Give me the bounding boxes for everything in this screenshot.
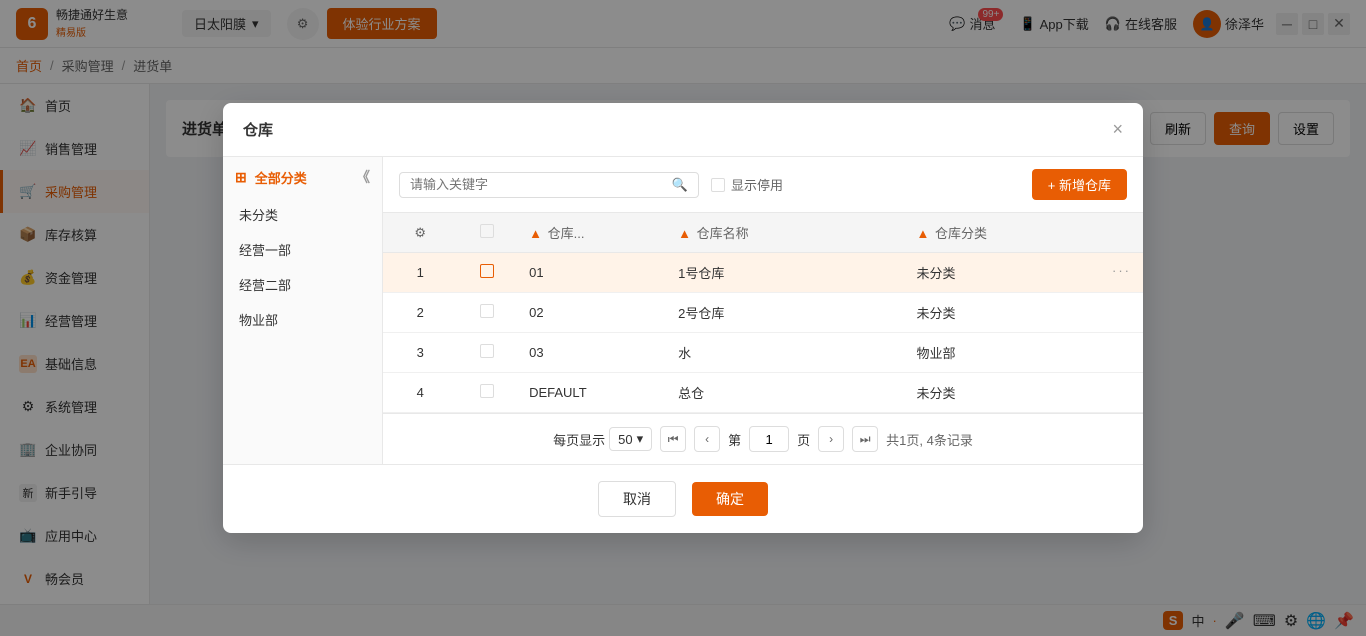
td-category: 物业部	[905, 333, 1143, 373]
pagination-bar: 每页显示 50 ▾ ⏮ ‹ 第 页 › ⏭ 共1页, 4条记录	[383, 413, 1143, 464]
td-index: 4	[383, 373, 458, 413]
select-all-checkbox[interactable]	[480, 224, 494, 238]
confirm-button[interactable]: 确定	[692, 482, 768, 516]
category-sidebar: ⊞ 全部分类 《 未分类 经营一部 经营二部 物业部	[223, 157, 383, 464]
td-code: 03	[517, 333, 666, 373]
page-label: 第	[728, 430, 741, 449]
search-icon[interactable]: 🔍	[672, 177, 688, 193]
dialog-footer: 取消 确定	[223, 464, 1143, 533]
warehouse-dialog: 仓库 × ⊞ 全部分类 《 未分类 经营一部 经营二部 物业部	[223, 103, 1143, 533]
row-checkbox[interactable]	[480, 304, 494, 318]
page-input[interactable]	[749, 426, 789, 452]
add-warehouse-button[interactable]: + 新增仓库	[1032, 169, 1127, 200]
sort-icon-name: ▲	[678, 226, 691, 241]
td-index: 1	[383, 253, 458, 293]
search-input[interactable]	[410, 177, 672, 192]
category-item-ops2[interactable]: 经营二部	[223, 267, 382, 302]
warehouse-table: ⚙ ▲ 仓库... ▲	[383, 213, 1143, 413]
warehouse-table-body: 1 01 1号仓库 未分类 ··· 2 02 2号仓库 未分类 3 03 水 物…	[383, 253, 1143, 413]
table-row[interactable]: 4 DEFAULT 总仓 未分类	[383, 373, 1143, 413]
per-page-select[interactable]: 50 ▾	[609, 427, 652, 451]
modal-overlay: 仓库 × ⊞ 全部分类 《 未分类 经营一部 经营二部 物业部	[0, 0, 1366, 636]
row-checkbox[interactable]	[480, 264, 494, 278]
show-disabled-checkbox[interactable]	[711, 178, 725, 192]
dialog-main: 🔍 显示停用 + 新增仓库 ⚙	[383, 157, 1143, 464]
dialog-close-button[interactable]: ×	[1112, 119, 1123, 140]
collapse-button[interactable]: 《	[356, 167, 370, 187]
show-disabled-label: 显示停用	[731, 175, 783, 194]
td-category: 未分类	[905, 293, 1143, 333]
category-header[interactable]: ⊞ 全部分类 《	[223, 157, 382, 197]
td-category: 未分类 ···	[905, 253, 1143, 293]
category-item-uncategorized[interactable]: 未分类	[223, 197, 382, 232]
th-code: ▲ 仓库...	[517, 213, 666, 253]
dialog-title: 仓库	[243, 119, 273, 140]
td-checkbox[interactable]	[458, 333, 518, 373]
td-name: 2号仓库	[666, 293, 904, 333]
th-settings: ⚙	[383, 213, 458, 253]
dialog-body: ⊞ 全部分类 《 未分类 经营一部 经营二部 物业部 🔍	[223, 157, 1143, 464]
page-total-info: 共1页, 4条记录	[886, 430, 973, 449]
grid-icon: ⊞	[235, 169, 247, 186]
td-code: 01	[517, 253, 666, 293]
first-page-button[interactable]: ⏮	[660, 426, 686, 452]
page-unit: 页	[797, 430, 810, 449]
table-row[interactable]: 3 03 水 物业部	[383, 333, 1143, 373]
dialog-header: 仓库 ×	[223, 103, 1143, 157]
td-code: DEFAULT	[517, 373, 666, 413]
th-name: ▲ 仓库名称	[666, 213, 904, 253]
th-category: ▲ 仓库分类	[905, 213, 1143, 253]
dialog-toolbar: 🔍 显示停用 + 新增仓库	[383, 157, 1143, 213]
th-checkbox	[458, 213, 518, 253]
td-index: 3	[383, 333, 458, 373]
td-checkbox[interactable]	[458, 293, 518, 333]
cancel-button[interactable]: 取消	[598, 481, 676, 517]
per-page-dropdown-icon: ▾	[637, 431, 644, 447]
category-item-property[interactable]: 物业部	[223, 302, 382, 337]
table-header-row: ⚙ ▲ 仓库... ▲	[383, 213, 1143, 253]
td-checkbox[interactable]	[458, 253, 518, 293]
td-name: 总仓	[666, 373, 904, 413]
td-code: 02	[517, 293, 666, 333]
page-size-area: 每页显示 50 ▾	[553, 427, 652, 451]
row-checkbox[interactable]	[480, 384, 494, 398]
per-page-label: 每页显示	[553, 430, 605, 449]
category-item-ops1[interactable]: 经营一部	[223, 232, 382, 267]
sort-icon-cat: ▲	[917, 226, 930, 241]
td-name: 水	[666, 333, 904, 373]
td-index: 2	[383, 293, 458, 333]
show-disabled-checkbox-area[interactable]: 显示停用	[711, 175, 783, 194]
search-box: 🔍	[399, 172, 699, 198]
td-name: 1号仓库	[666, 253, 904, 293]
td-checkbox[interactable]	[458, 373, 518, 413]
last-page-button[interactable]: ⏭	[852, 426, 878, 452]
next-page-button[interactable]: ›	[818, 426, 844, 452]
th-gear-icon: ⚙	[414, 225, 426, 240]
sort-icon-code: ▲	[529, 226, 542, 241]
table-row[interactable]: 2 02 2号仓库 未分类	[383, 293, 1143, 333]
warehouse-table-area: ⚙ ▲ 仓库... ▲	[383, 213, 1143, 413]
category-header-label: 全部分类	[255, 168, 307, 187]
row-actions[interactable]: ···	[1112, 263, 1131, 278]
table-row[interactable]: 1 01 1号仓库 未分类 ···	[383, 253, 1143, 293]
prev-page-button[interactable]: ‹	[694, 426, 720, 452]
td-category: 未分类	[905, 373, 1143, 413]
row-checkbox[interactable]	[480, 344, 494, 358]
